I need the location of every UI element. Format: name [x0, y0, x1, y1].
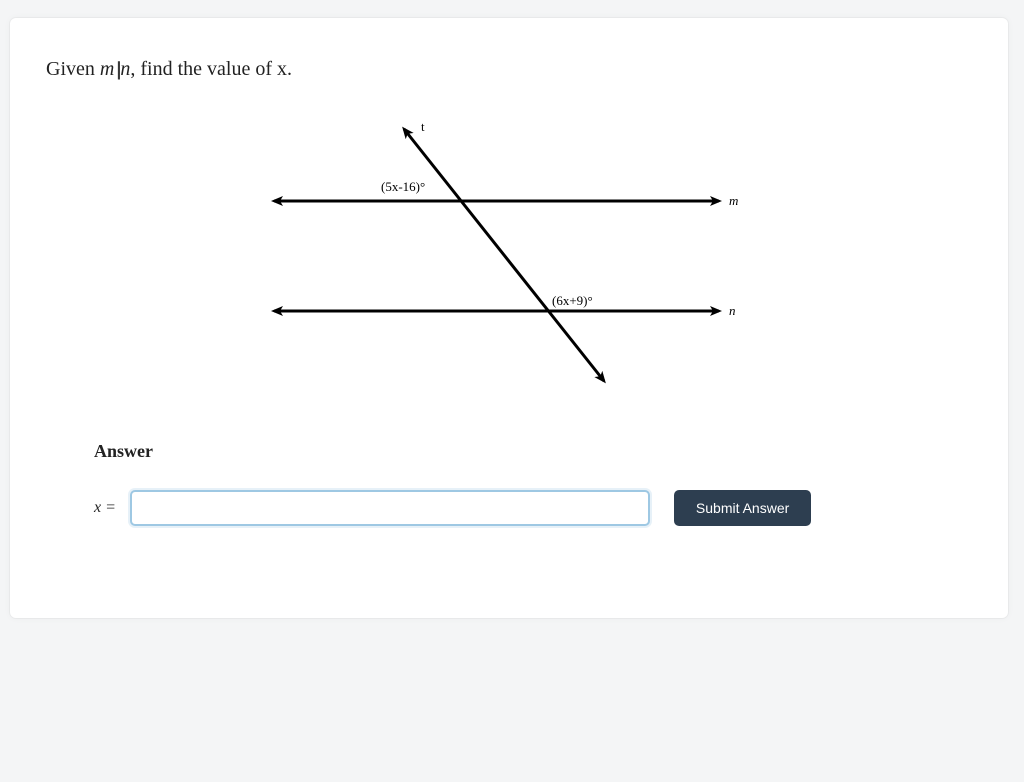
diagram-container: t m n (5x-16)° (6x+9)° — [46, 111, 972, 401]
submit-answer-button[interactable]: Submit Answer — [674, 490, 811, 526]
label-m: m — [729, 193, 738, 208]
angle-label-bottom: (6x+9)° — [552, 293, 593, 308]
label-n: n — [729, 303, 736, 318]
answer-row: x = Submit Answer — [94, 490, 972, 526]
answer-heading: Answer — [94, 441, 972, 462]
var-m: m — [100, 58, 114, 80]
question-card: Given m||n, find the value of x. t m n ( — [10, 18, 1008, 618]
text-suffix: , find the value of x. — [130, 58, 292, 80]
parallel-lines-diagram: t m n (5x-16)° (6x+9)° — [249, 111, 769, 401]
equation-label: x = — [94, 499, 116, 517]
label-t: t — [421, 119, 425, 134]
var-n: n — [120, 58, 130, 80]
text-given: Given — [46, 58, 100, 80]
angle-label-top: (5x-16)° — [381, 179, 425, 194]
question-text: Given m||n, find the value of x. — [46, 58, 972, 81]
answer-input[interactable] — [130, 490, 650, 526]
